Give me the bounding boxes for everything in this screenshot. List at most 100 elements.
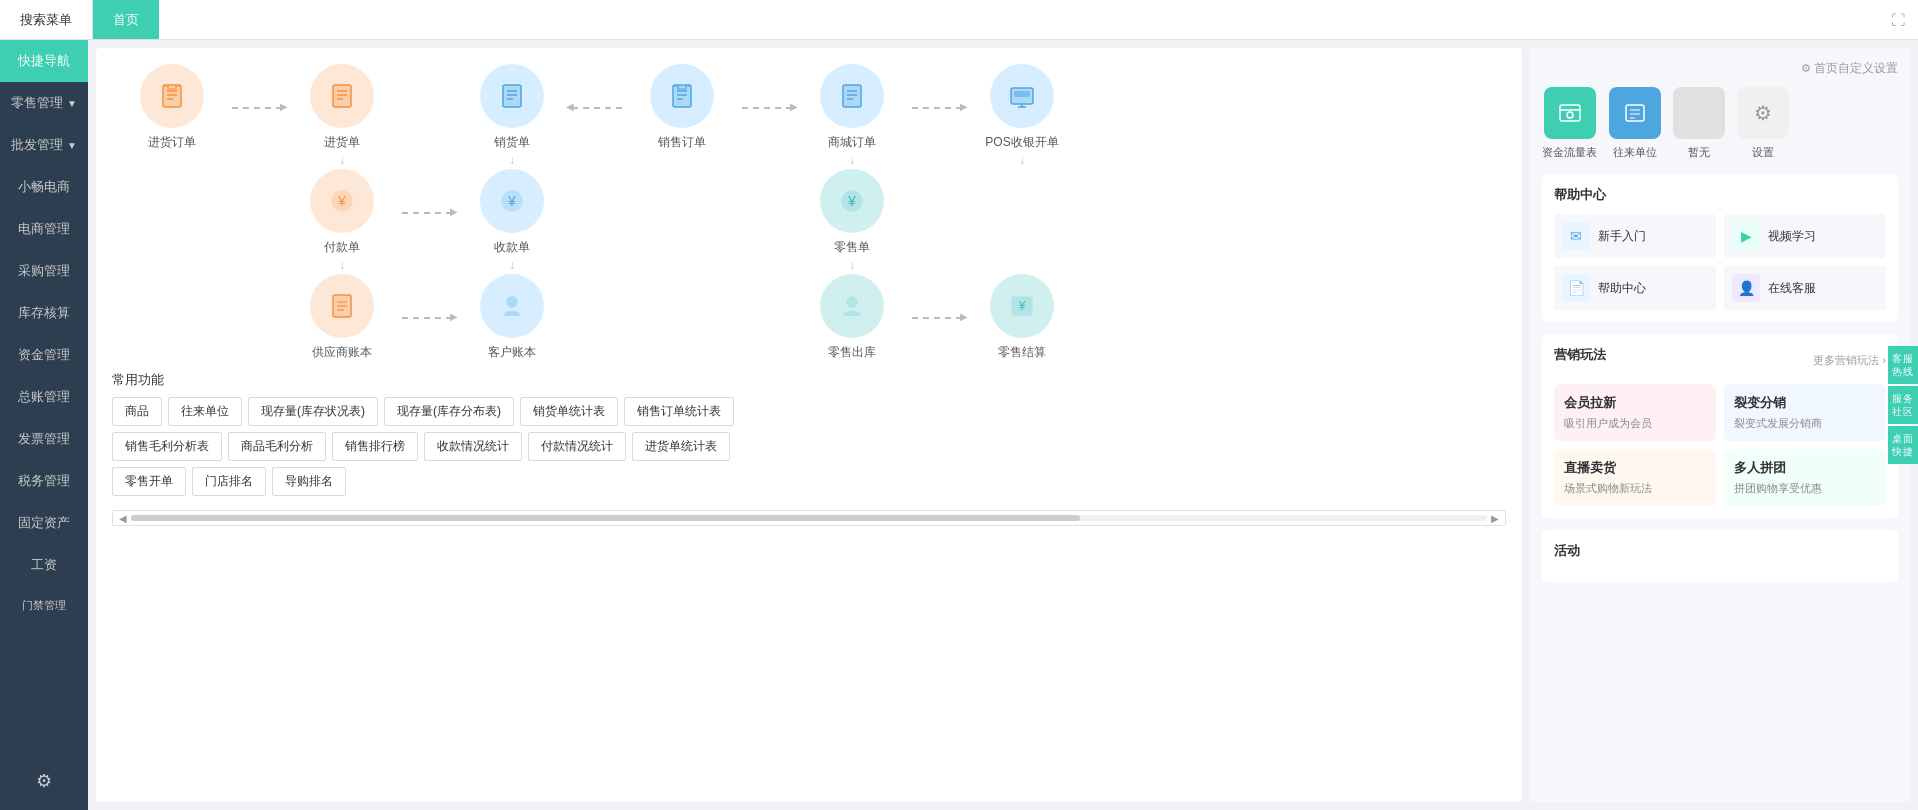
horizontal-scrollbar[interactable]: ◀ ▶ [112, 510, 1506, 526]
scroll-track[interactable] [131, 515, 1487, 521]
float-btn-hotline[interactable]: 客服热线 [1888, 346, 1918, 384]
help-doc-icon: 📄 [1562, 274, 1590, 302]
beginner-icon: ✉ [1562, 222, 1590, 250]
home-tab[interactable]: 首页 [93, 0, 159, 39]
flow-node-purchase-order[interactable]: 进货订单 [112, 64, 232, 151]
pos-icon [990, 64, 1054, 128]
func-btn-receipt-stats[interactable]: 收款情况统计 [424, 432, 522, 461]
scroll-thumb[interactable] [131, 515, 1080, 521]
func-btn-contacts[interactable]: 往来单位 [168, 397, 242, 426]
func-btn-guide-rank[interactable]: 导购排名 [272, 467, 346, 496]
down-arrow: ↓ [962, 153, 1082, 167]
sidebar-item-label: 电商管理 [18, 220, 70, 238]
flow-node-mall-order[interactable]: 商城订单 [792, 64, 912, 151]
func-btn-retail-order[interactable]: 零售开单 [112, 467, 186, 496]
home-customize-link[interactable]: ⚙ 首页自定义设置 [1542, 60, 1898, 77]
func-btn-inventory-status[interactable]: 现存量(库存状况表) [248, 397, 378, 426]
sidebar-item-retail[interactable]: 零售管理 ▼ [0, 82, 88, 124]
help-item-video[interactable]: ▶ 视频学习 [1724, 214, 1886, 258]
float-btn-desktop[interactable]: 桌面快捷 [1888, 426, 1918, 464]
flow-node-sales[interactable]: 销货单 [452, 64, 572, 151]
arrow-connector: ▶ [912, 107, 962, 109]
sidebar-item-label: 资金管理 [18, 346, 70, 364]
func-btn-product-profit[interactable]: 商品毛利分析 [228, 432, 326, 461]
func-btn-sales-stats[interactable]: 销货单统计表 [520, 397, 618, 426]
sidebar-item-finance[interactable]: 资金管理 [0, 334, 88, 376]
spacer [742, 153, 792, 167]
settings-gear-icon[interactable]: ⚙ [0, 762, 88, 800]
sidebar-item-label: 固定资产 [18, 514, 70, 532]
svg-rect-5 [333, 85, 351, 107]
help-item-help-center[interactable]: 📄 帮助中心 [1554, 266, 1716, 310]
func-btn-product[interactable]: 商品 [112, 397, 162, 426]
customer-ledger-icon [480, 274, 544, 338]
spacer [232, 258, 282, 272]
vertical-arrows-row-2: ↓ ↓ ↓ [112, 258, 1506, 272]
spacer [112, 153, 232, 167]
func-btn-payment-stats[interactable]: 付款情况统计 [528, 432, 626, 461]
func-btn-inventory-dist[interactable]: 现存量(库存分布表) [384, 397, 514, 426]
sidebar-item-assets[interactable]: 固定资产 [0, 502, 88, 544]
arrow-connector: ▶ [742, 107, 792, 109]
quick-icon-cashflow[interactable]: 资金流量表 [1542, 87, 1597, 160]
spacer [232, 153, 282, 167]
marketing-item-title: 直播卖货 [1564, 459, 1706, 477]
flow-node-purchase[interactable]: 进货单 [282, 64, 402, 151]
search-menu-button[interactable]: 搜索菜单 [0, 0, 93, 39]
flow-row-1: 进货订单 ▶ 进货单 [112, 64, 1506, 151]
svg-text:¥: ¥ [507, 193, 516, 209]
sidebar-item-ecommerce-small[interactable]: 小畅电商 [0, 166, 88, 208]
func-btn-sales-rank[interactable]: 销售排行榜 [332, 432, 418, 461]
marketing-more-link[interactable]: 更多营销玩法 › [1813, 353, 1886, 368]
online-service-icon: 👤 [1732, 274, 1760, 302]
marketing-item-fission[interactable]: 裂变分销 裂变式发展分销商 [1724, 384, 1886, 441]
flow-node-retail-settlement[interactable]: ¥ 零售结算 [962, 274, 1082, 361]
flow-node-retail-outbound[interactable]: 零售出库 [792, 274, 912, 361]
quick-icon-settings[interactable]: ⚙ 设置 [1737, 87, 1789, 160]
marketing-item-livestream[interactable]: 直播卖货 场景式购物新玩法 [1554, 449, 1716, 506]
marketing-item-desc: 吸引用户成为会员 [1564, 416, 1706, 431]
float-buttons: 客服热线 服务社区 桌面快捷 [1888, 346, 1918, 464]
sidebar-item-invoice[interactable]: 发票管理 [0, 418, 88, 460]
sidebar-item-quicknav[interactable]: 快捷导航 [0, 40, 88, 82]
sidebar-item-access[interactable]: 门禁管理 [0, 586, 88, 625]
sidebar-item-label: 快捷导航 [18, 52, 70, 70]
sidebar-item-tax[interactable]: 税务管理 [0, 460, 88, 502]
node-label: POS收银开单 [985, 134, 1058, 151]
sidebar-item-ledger[interactable]: 总账管理 [0, 376, 88, 418]
sidebar: 快捷导航 零售管理 ▼ 批发管理 ▼ 小畅电商 电商管理 采购管理 库存核算 资… [0, 40, 88, 810]
quick-icon-empty[interactable]: 暂无 [1673, 87, 1725, 160]
func-btn-purchase-stats[interactable]: 进货单统计表 [632, 432, 730, 461]
flow-node-supplier-ledger[interactable]: 供应商账本 [282, 274, 402, 361]
flow-node-retail-order[interactable]: ¥ 零售单 [792, 169, 912, 256]
right-panel: ⚙ 首页自定义设置 资金流量表 往来单位 [1530, 48, 1910, 802]
node-label: 零售出库 [828, 344, 876, 361]
scroll-left-arrow[interactable]: ◀ [115, 513, 131, 524]
sidebar-bottom: ⚙ [0, 752, 88, 810]
func-btn-sales-profit[interactable]: 销售毛利分析表 [112, 432, 222, 461]
scroll-right-arrow[interactable]: ▶ [1487, 513, 1503, 524]
func-btn-store-rank[interactable]: 门店排名 [192, 467, 266, 496]
func-btn-sales-order-stats[interactable]: 销售订单统计表 [624, 397, 734, 426]
node-label: 销售订单 [658, 134, 706, 151]
help-item-online-service[interactable]: 👤 在线客服 [1724, 266, 1886, 310]
sidebar-item-inventory[interactable]: 库存核算 [0, 292, 88, 334]
svg-point-46 [1567, 112, 1573, 118]
func-buttons-row3: 零售开单 门店排名 导购排名 [112, 467, 1506, 496]
sidebar-item-label: 工资 [31, 556, 57, 574]
sidebar-item-purchase[interactable]: 采购管理 [0, 250, 88, 292]
sidebar-item-salary[interactable]: 工资 [0, 544, 88, 586]
quick-icon-contacts[interactable]: 往来单位 [1609, 87, 1661, 160]
sidebar-item-wholesale[interactable]: 批发管理 ▼ [0, 124, 88, 166]
fullscreen-icon[interactable]: ⛶ [1888, 10, 1908, 30]
marketing-item-group[interactable]: 多人拼团 拼团购物享受优惠 [1724, 449, 1886, 506]
flow-node-customer-ledger[interactable]: 客户账本 [452, 274, 572, 361]
marketing-item-member[interactable]: 会员拉新 吸引用户成为会员 [1554, 384, 1716, 441]
float-btn-community[interactable]: 服务社区 [1888, 386, 1918, 424]
sidebar-item-ecommerce-mgmt[interactable]: 电商管理 [0, 208, 88, 250]
help-item-beginner[interactable]: ✉ 新手入门 [1554, 214, 1716, 258]
flow-node-payment[interactable]: ¥ 付款单 [282, 169, 402, 256]
flow-node-pos[interactable]: POS收银开单 [962, 64, 1082, 151]
flow-node-receipt[interactable]: ¥ 收款单 [452, 169, 572, 256]
flow-node-sales-order[interactable]: 销售订单 [622, 64, 742, 151]
